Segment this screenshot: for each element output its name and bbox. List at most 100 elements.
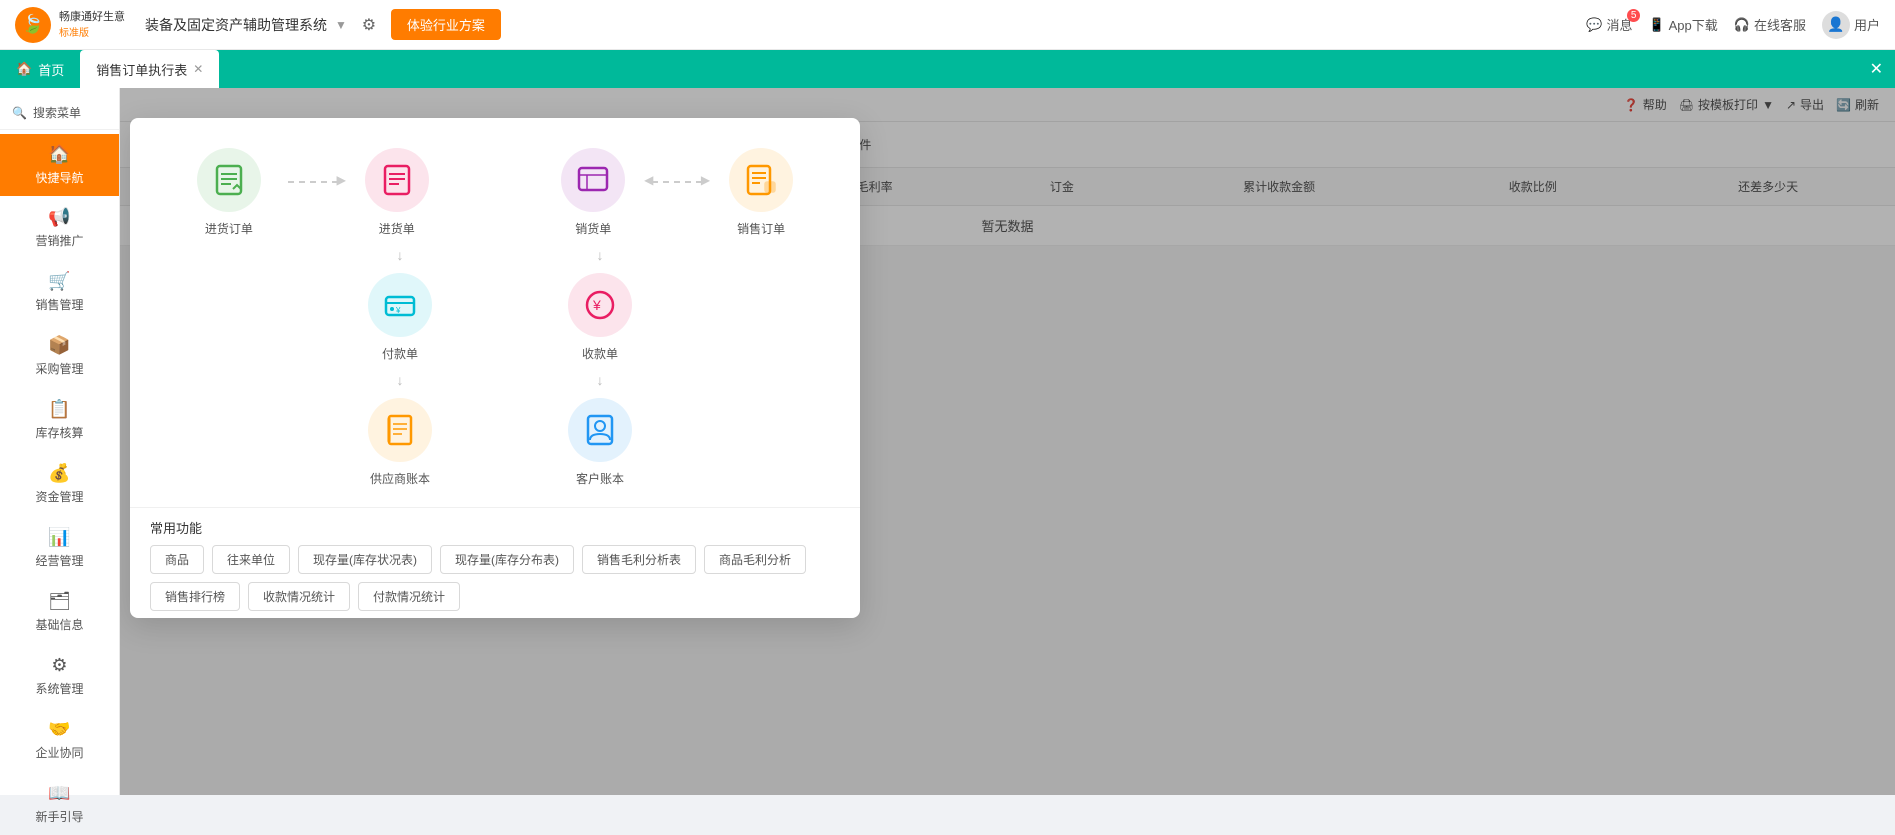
flow-arrows-down: ↓ ↓: [170, 247, 820, 263]
message-badge: 5: [1627, 9, 1641, 22]
flow-row-3: 供应商账本 客户账本: [170, 398, 820, 487]
func-btn-product-margin[interactable]: 商品毛利分析: [704, 545, 806, 574]
flow-row-2: ¥ 付款单 ¥ 收款单: [170, 273, 820, 362]
search-menu[interactable]: 🔍 搜索菜单: [0, 96, 119, 130]
tab-close-icon[interactable]: ✕: [193, 62, 203, 76]
common-functions-title: 常用功能: [150, 508, 840, 545]
user-label: 用户: [1854, 15, 1880, 34]
sidebar-item-purchase[interactable]: 📦 采购管理: [6, 325, 113, 387]
receipt-circle: ¥: [568, 273, 632, 337]
sidebar-item-finance[interactable]: 💰 资金管理: [6, 453, 113, 515]
search-icon: 🔍: [12, 106, 27, 120]
func-btn-receipt-stats[interactable]: 收款情况统计: [248, 582, 350, 611]
func-btn-sales-margin[interactable]: 销售毛利分析表: [582, 545, 696, 574]
logo-icon: 🍃: [15, 7, 51, 43]
purchase-icon: 📦: [48, 335, 70, 356]
content-area: ❓ 帮助 🖨 按模板打印 ▼ ↗ 导出 🔄 刷新 📅 — 📅: [120, 88, 1895, 795]
func-btn-partner[interactable]: 往来单位: [212, 545, 290, 574]
sidebar-item-sales[interactable]: 🛒 销售管理: [6, 261, 113, 323]
flow-row-1: 进货订单 ▶ 进货单: [170, 148, 820, 237]
system-title-area: 装备及固定资产辅助管理系统 ▼ ⚙ 体验行业方案: [145, 9, 1586, 40]
flow-payment[interactable]: ¥ 付款单: [340, 273, 460, 362]
sidebar-item-system[interactable]: ⚙ 系统管理: [6, 645, 113, 707]
payment-label: 付款单: [382, 345, 418, 362]
func-btn-stock-status[interactable]: 现存量(库存状况表): [298, 545, 432, 574]
arrow-down-payment: ↓: [340, 247, 460, 263]
sidebar-item-basic-info[interactable]: 🗂 基础信息: [6, 581, 113, 643]
sales-bill-circle: [561, 148, 625, 212]
purchase-order-label: 进货订单: [205, 220, 253, 237]
svg-text:¥: ¥: [592, 297, 601, 313]
tab-bar: 🏠 首页 销售订单执行表 ✕ ✕: [0, 50, 1895, 88]
func-btn-sales-ranking[interactable]: 销售排行榜: [150, 582, 240, 611]
supplier-ledger-label: 供应商账本: [370, 470, 430, 487]
flow-customer-ledger[interactable]: 客户账本: [540, 398, 660, 487]
enterprise-icon: 🤝: [48, 719, 70, 740]
flow-section: 进货订单 ▶ 进货单: [130, 118, 860, 507]
func-btn-product[interactable]: 商品: [150, 545, 204, 574]
inventory-icon: 📋: [48, 399, 70, 420]
quick-nav-icon: 🏠: [48, 144, 70, 165]
system-icon: ⚙: [51, 655, 67, 676]
tab-sales-label: 销售订单执行表: [96, 60, 187, 79]
finance-icon: 💰: [48, 463, 70, 484]
modal-overlay[interactable]: 进货订单 ▶ 进货单: [120, 88, 1895, 795]
flow-receipt[interactable]: ¥ 收款单: [540, 273, 660, 362]
app-download-btn[interactable]: 📱 App下载: [1648, 15, 1717, 34]
guide-icon: 📖: [48, 783, 70, 804]
online-service-label: 在线客服: [1754, 15, 1806, 34]
home-icon: 🏠: [16, 61, 32, 77]
arrow-down-supplier: ↓: [340, 372, 460, 388]
main-layout: 🔍 搜索菜单 🏠 快捷导航 📢 营销推广 🛒 销售管理 📦 采购管理 📋 库存核…: [0, 88, 1895, 795]
purchase-bill-label: 进货单: [379, 220, 415, 237]
svg-text:¥: ¥: [395, 306, 401, 315]
user-area[interactable]: 👤 用户: [1822, 11, 1880, 39]
message-icon: 💬: [1586, 17, 1602, 33]
purchase-bill-circle: [365, 148, 429, 212]
operations-icon: 📊: [48, 527, 70, 548]
flow-supplier-ledger[interactable]: 供应商账本: [340, 398, 460, 487]
flow-arrow-2: ◀: [652, 181, 702, 183]
sales-order-label: 销售订单: [737, 220, 785, 237]
tab-bar-close-btn[interactable]: ✕: [1870, 59, 1883, 79]
flow-purchase-order[interactable]: 进货订单: [170, 148, 288, 237]
download-icon: 📱: [1648, 17, 1664, 33]
flow-sales-order[interactable]: 销售订单: [702, 148, 820, 237]
trial-btn[interactable]: 体验行业方案: [391, 9, 501, 40]
sidebar-item-marketing[interactable]: 📢 营销推广: [6, 197, 113, 259]
modal-box: 进货订单 ▶ 进货单: [130, 118, 860, 618]
sidebar-item-inventory[interactable]: 📋 库存核算: [6, 389, 113, 451]
func-buttons-row2: 销售排行榜 收款情况统计 付款情况统计: [150, 582, 840, 611]
arrow-down-receipt: ↓: [540, 247, 660, 263]
receipt-label: 收款单: [582, 345, 618, 362]
sales-icon: 🛒: [48, 271, 70, 292]
tab-sales-order-exec[interactable]: 销售订单执行表 ✕: [80, 50, 219, 88]
message-btn[interactable]: 💬 消息 5: [1586, 15, 1632, 34]
flow-sales-bill[interactable]: 销货单: [534, 148, 652, 237]
system-dropdown-btn[interactable]: ▼: [335, 18, 347, 32]
logo-area: 🍃 畅康通好生意 标准版: [15, 7, 135, 43]
sales-bill-label: 销货单: [575, 220, 611, 237]
func-buttons-row1: 商品 往来单位 现存量(库存状况表) 现存量(库存分布表) 销售毛利分析表 商品…: [150, 545, 840, 574]
flow-purchase-bill[interactable]: 进货单: [338, 148, 456, 237]
flow-arrows-down-2: ↓ ↓: [170, 372, 820, 388]
arrow-down-customer: ↓: [540, 372, 660, 388]
sales-order-circle: [729, 148, 793, 212]
sidebar-item-quick-nav[interactable]: 🏠 快捷导航: [0, 134, 119, 196]
supplier-ledger-circle: [368, 398, 432, 462]
settings-icon[interactable]: ⚙: [355, 11, 383, 39]
flow-arrow-1: ▶: [288, 181, 338, 183]
sidebar-item-guide[interactable]: 📖 新手引导: [6, 773, 113, 835]
payment-circle: ¥: [368, 273, 432, 337]
tab-home[interactable]: 🏠 首页: [0, 50, 80, 88]
basic-info-icon: 🗂: [48, 591, 71, 612]
header-right: 💬 消息 5 📱 App下载 🎧 在线客服 👤 用户: [1586, 11, 1880, 39]
func-btn-stock-dist[interactable]: 现存量(库存分布表): [440, 545, 574, 574]
online-service-btn[interactable]: 🎧 在线客服: [1734, 15, 1806, 34]
marketing-icon: 📢: [48, 207, 70, 228]
sidebar-item-operations[interactable]: 📊 经营管理: [6, 517, 113, 579]
sidebar-item-enterprise[interactable]: 🤝 企业协同: [6, 709, 113, 771]
service-icon: 🎧: [1734, 17, 1750, 33]
func-btn-payment-stats[interactable]: 付款情况统计: [358, 582, 460, 611]
logo-name: 畅康通好生意: [59, 10, 125, 24]
